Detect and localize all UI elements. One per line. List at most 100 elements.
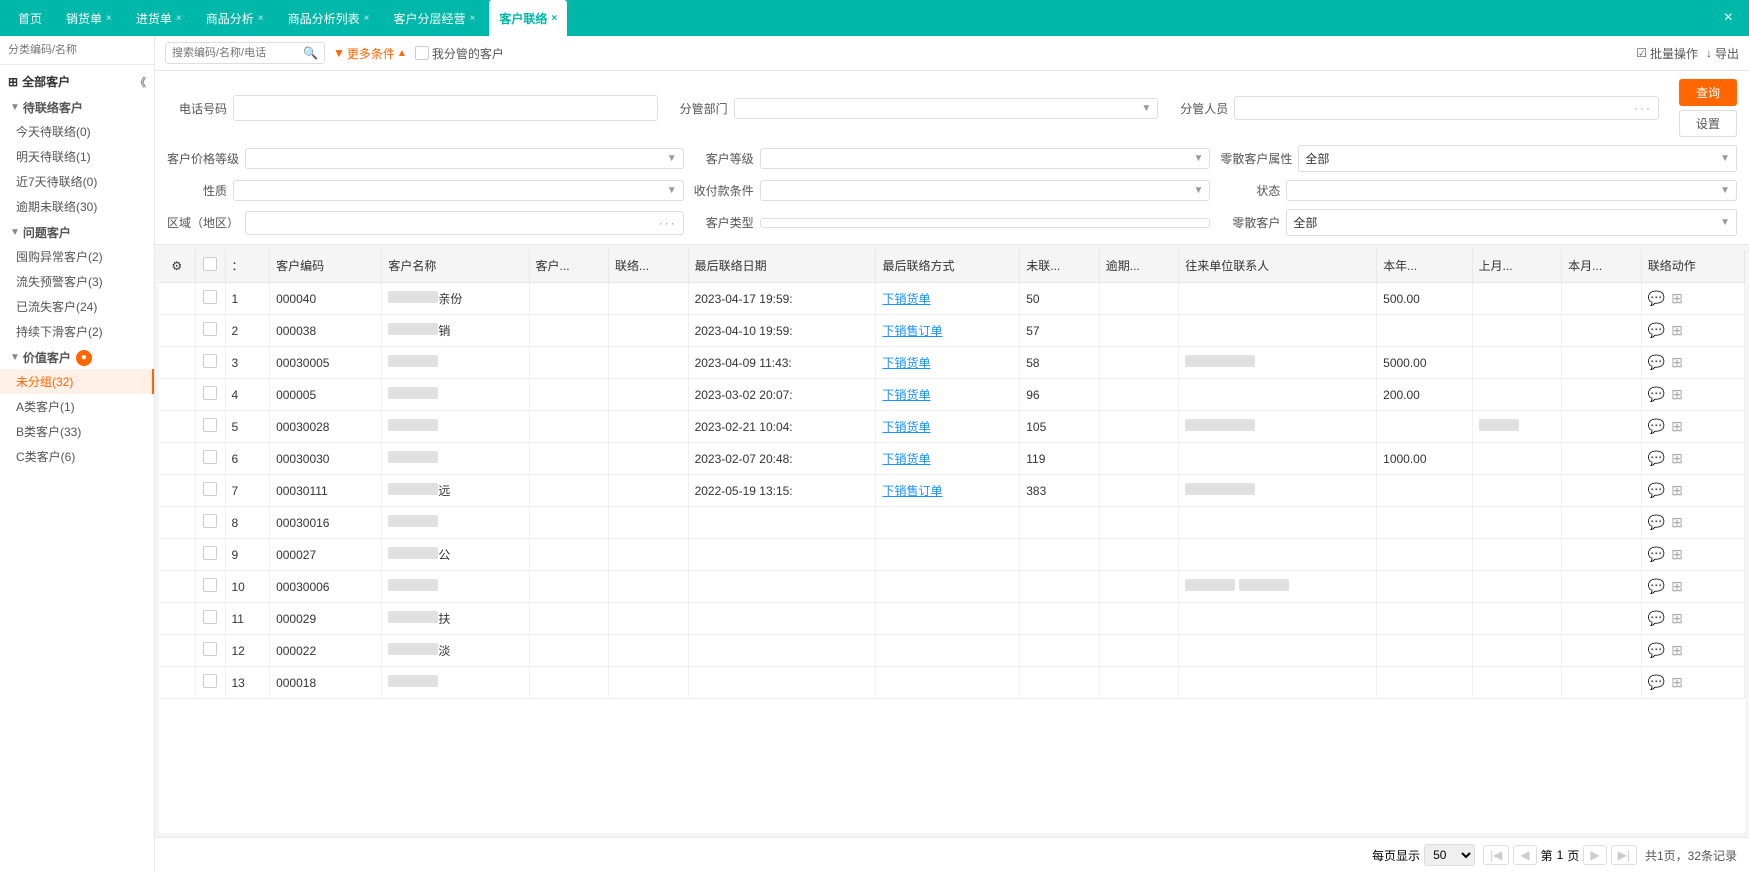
- batch-op-btn[interactable]: ☑ 批量操作: [1636, 45, 1698, 62]
- row-checkbox[interactable]: [195, 475, 225, 507]
- row-checkbox[interactable]: [195, 283, 225, 315]
- row-checkbox[interactable]: [195, 603, 225, 635]
- grid-action-icon[interactable]: ⊞: [1671, 418, 1683, 435]
- row-actions[interactable]: 💬⊞: [1641, 603, 1744, 635]
- grid-action-icon[interactable]: ⊞: [1671, 674, 1683, 691]
- tab-sales[interactable]: 销货单 ×: [56, 0, 122, 36]
- row-last-method[interactable]: 下销售订单: [876, 475, 1020, 507]
- row-actions[interactable]: 💬⊞: [1641, 507, 1744, 539]
- prev-page-btn[interactable]: ◀: [1513, 845, 1536, 865]
- pending-group-header[interactable]: ▼ 待联络客户: [0, 94, 154, 119]
- grid-action-icon[interactable]: ⊞: [1671, 642, 1683, 659]
- row-last-method[interactable]: 下销货单: [876, 443, 1020, 475]
- row-gear[interactable]: [159, 283, 195, 315]
- row-gear[interactable]: [159, 603, 195, 635]
- sidebar-item-b-class[interactable]: B类客户(33): [0, 419, 154, 444]
- tab-product-analysis[interactable]: 商品分析 ×: [196, 0, 274, 36]
- sidebar-item-overdue[interactable]: 逾期未联络(30): [0, 194, 154, 219]
- row-actions[interactable]: 💬⊞: [1641, 475, 1744, 507]
- row-last-method[interactable]: [876, 667, 1020, 699]
- row-checkbox[interactable]: [195, 443, 225, 475]
- tab-product-list-close[interactable]: ×: [364, 13, 370, 24]
- last-page-btn[interactable]: ▶|: [1611, 845, 1637, 865]
- grid-action-icon[interactable]: ⊞: [1671, 450, 1683, 467]
- chat-icon[interactable]: 💬: [1648, 546, 1665, 563]
- row-checkbox[interactable]: [195, 315, 225, 347]
- row-last-method[interactable]: 下销货单: [876, 411, 1020, 443]
- tab-product-list[interactable]: 商品分析列表 ×: [278, 0, 380, 36]
- row-actions[interactable]: 💬⊞: [1641, 539, 1744, 571]
- next-page-btn[interactable]: ▶: [1583, 845, 1606, 865]
- customer-level-input[interactable]: ▼: [760, 148, 1211, 169]
- nature-input[interactable]: ▼: [233, 180, 684, 201]
- sidebar-item-c-class[interactable]: C类客户(6): [0, 444, 154, 469]
- per-page-select[interactable]: 50 100: [1424, 844, 1475, 866]
- row-checkbox[interactable]: [195, 411, 225, 443]
- row-actions[interactable]: 💬⊞: [1641, 315, 1744, 347]
- all-customers-header[interactable]: ⊞ 全部客户 《: [0, 65, 154, 94]
- sidebar-item-a-class[interactable]: A类客户(1): [0, 394, 154, 419]
- window-close[interactable]: ×: [1716, 5, 1741, 31]
- tab-customer-tier[interactable]: 客户分层经营 ×: [383, 0, 485, 36]
- tab-home[interactable]: 首页: [8, 0, 52, 36]
- row-checkbox[interactable]: [195, 571, 225, 603]
- row-checkbox[interactable]: [195, 347, 225, 379]
- row-last-method[interactable]: 下销货单: [876, 283, 1020, 315]
- customer-type-input[interactable]: [760, 218, 1211, 228]
- price-level-input[interactable]: ▼: [245, 148, 684, 169]
- sidebar-search-input[interactable]: [8, 44, 150, 56]
- sidebar-item-ungroup[interactable]: 未分组(32): [0, 369, 154, 394]
- retail-customer-input[interactable]: 全部 ▼: [1286, 209, 1737, 236]
- chat-icon[interactable]: 💬: [1648, 514, 1665, 531]
- tab-customer-tier-close[interactable]: ×: [469, 13, 475, 24]
- row-last-method[interactable]: [876, 539, 1020, 571]
- tab-sales-close[interactable]: ×: [106, 13, 112, 24]
- grid-action-icon[interactable]: ⊞: [1671, 514, 1683, 531]
- grid-action-icon[interactable]: ⊞: [1671, 290, 1683, 307]
- row-checkbox[interactable]: [195, 667, 225, 699]
- row-actions[interactable]: 💬⊞: [1641, 667, 1744, 699]
- tab-purchase-close[interactable]: ×: [176, 13, 182, 24]
- my-customers-check[interactable]: [415, 46, 429, 60]
- payment-input[interactable]: ▼: [760, 180, 1211, 201]
- export-btn[interactable]: ↓ 导出: [1706, 45, 1739, 62]
- row-checkbox[interactable]: [195, 379, 225, 411]
- chat-icon[interactable]: 💬: [1648, 578, 1665, 595]
- row-gear[interactable]: [159, 443, 195, 475]
- grid-action-icon[interactable]: ⊞: [1671, 578, 1683, 595]
- problem-group-header[interactable]: ▼ 问题客户: [0, 219, 154, 244]
- grid-action-icon[interactable]: ⊞: [1671, 386, 1683, 403]
- chat-icon[interactable]: 💬: [1648, 482, 1665, 499]
- chat-icon[interactable]: 💬: [1648, 610, 1665, 627]
- grid-action-icon[interactable]: ⊞: [1671, 610, 1683, 627]
- chat-icon[interactable]: 💬: [1648, 386, 1665, 403]
- select-all-checkbox[interactable]: [203, 257, 217, 271]
- search-input[interactable]: [172, 47, 299, 59]
- row-gear[interactable]: [159, 315, 195, 347]
- grid-action-icon[interactable]: ⊞: [1671, 546, 1683, 563]
- chat-icon[interactable]: 💬: [1648, 322, 1665, 339]
- row-actions[interactable]: 💬⊞: [1641, 347, 1744, 379]
- more-conditions-btn[interactable]: ▼ 更多条件 ▲: [333, 45, 407, 62]
- row-last-method[interactable]: 下销货单: [876, 347, 1020, 379]
- row-last-method[interactable]: [876, 603, 1020, 635]
- row-actions[interactable]: 💬⊞: [1641, 571, 1744, 603]
- row-gear[interactable]: [159, 667, 195, 699]
- grid-action-icon[interactable]: ⊞: [1671, 322, 1683, 339]
- manager-input[interactable]: ···: [1234, 96, 1659, 120]
- sidebar-item-abnormal[interactable]: 囤购异常客户(2): [0, 244, 154, 269]
- region-input[interactable]: ···: [245, 211, 684, 235]
- search-icon[interactable]: 🔍: [303, 46, 318, 60]
- sidebar-item-7days[interactable]: 近7天待联络(0): [0, 169, 154, 194]
- tab-product-analysis-close[interactable]: ×: [258, 13, 264, 24]
- row-gear[interactable]: [159, 571, 195, 603]
- phone-input[interactable]: [233, 95, 658, 121]
- sidebar-item-churn-warn[interactable]: 流失预警客户(3): [0, 269, 154, 294]
- row-gear[interactable]: [159, 411, 195, 443]
- row-actions[interactable]: 💬⊞: [1641, 635, 1744, 667]
- reset-btn[interactable]: 设置: [1679, 110, 1737, 137]
- row-actions[interactable]: 💬⊞: [1641, 411, 1744, 443]
- chat-icon[interactable]: 💬: [1648, 674, 1665, 691]
- tab-purchase[interactable]: 进货单 ×: [126, 0, 192, 36]
- row-checkbox[interactable]: [195, 539, 225, 571]
